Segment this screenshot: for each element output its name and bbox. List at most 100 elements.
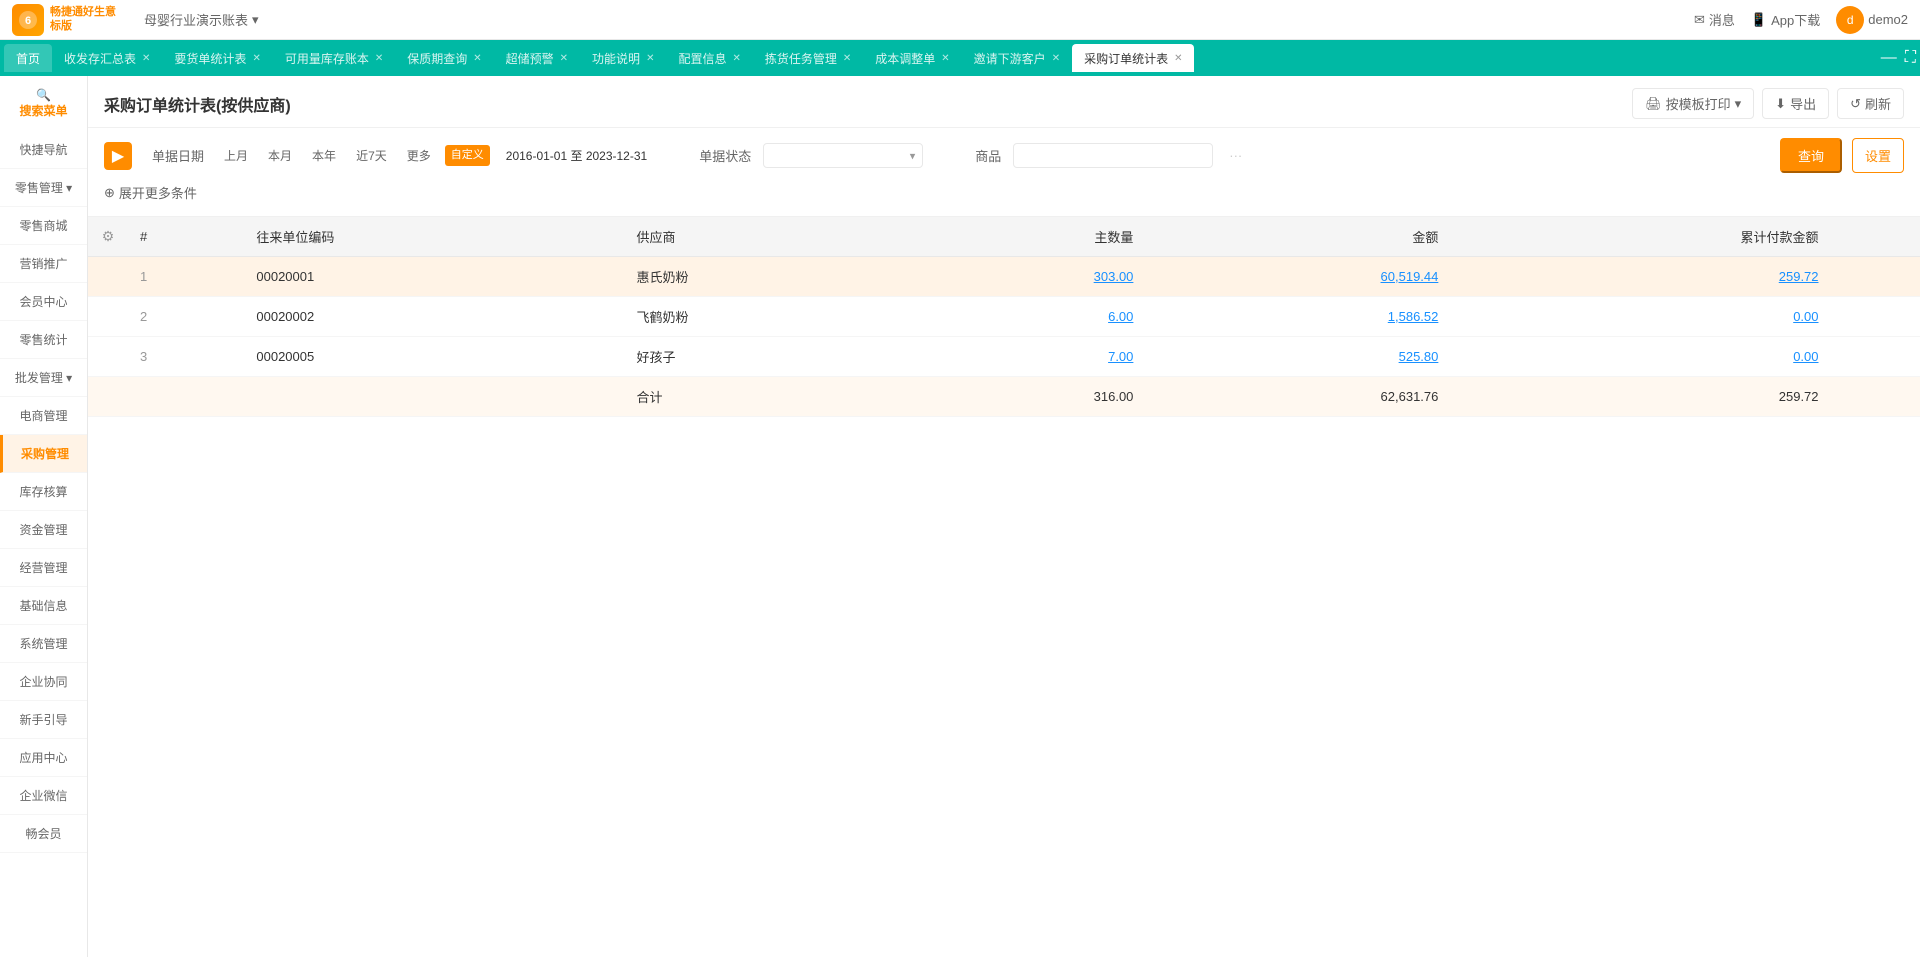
tab-pihuo[interactable]: 拣货任务管理 ✕ <box>753 44 863 72</box>
data-table: ⚙ # 往来单位编码 供应商 主数量 金额 累计付款金额 <box>88 217 1920 417</box>
date-btn-this-month[interactable]: 本月 <box>260 145 300 166</box>
expand-more-btn[interactable]: ⊕ 展开更多条件 <box>104 183 1904 202</box>
close-icon[interactable]: ✕ <box>252 53 260 64</box>
close-icon[interactable]: ✕ <box>375 53 383 64</box>
footer-amount-cell: 62,631.76 <box>1145 377 1450 417</box>
close-icon[interactable]: ✕ <box>473 53 481 64</box>
close-icon[interactable]: ✕ <box>941 53 949 64</box>
top-bar-right: ✉ 消息 📱 App下载 d demo2 <box>1694 6 1908 34</box>
date-btn-more[interactable]: 更多 <box>399 145 439 166</box>
more-dots-icon[interactable]: ··· <box>1229 148 1242 163</box>
download-icon: 📱 <box>1751 12 1767 28</box>
date-btn-7days[interactable]: 近7天 <box>348 145 395 166</box>
tab-chengben[interactable]: 成本调整单 ✕ <box>863 44 961 72</box>
row-code: 00020005 <box>244 337 624 377</box>
sidebar-item-yingyong[interactable]: 应用中心 <box>0 739 87 777</box>
query-actions: 查询 设置 <box>1780 138 1904 173</box>
sidebar-item-lingshoucheng[interactable]: 零售商城 <box>0 207 87 245</box>
tab-yaoqing[interactable]: 邀请下游客户 ✕ <box>962 44 1072 72</box>
avatar: d <box>1836 6 1864 34</box>
sidebar-item-lingshouglt[interactable]: 零售管理 ▾ <box>0 169 87 207</box>
print-icon: 🖨 <box>1645 96 1662 112</box>
status-filter-label: 单据状态 <box>699 146 751 165</box>
page-header: 采购订单统计表(按供应商) 🖨 按模板打印 ▾ ⬇ 导出 ↺ 刷新 <box>88 76 1920 128</box>
close-icon[interactable]: ✕ <box>1052 53 1060 64</box>
goods-input[interactable] <box>1013 143 1213 168</box>
sidebar-item-yingxiao[interactable]: 营销推广 <box>0 245 87 283</box>
query-btn[interactable]: 查询 <box>1780 138 1842 173</box>
top-bar-left: 6 畅捷通好生意 标版 母婴行业演示账表 ▾ <box>12 4 259 36</box>
row-quantity: 303.00 <box>908 257 1146 297</box>
window-minimize-icon[interactable]: — <box>1881 49 1897 67</box>
close-icon[interactable]: ✕ <box>1174 53 1182 64</box>
page-title: 采购订单统计表(按供应商) <box>104 92 291 116</box>
sidebar: 🔍 搜索菜单 快捷导航 零售管理 ▾ 零售商城 营销推广 会员中心 零售统计 批… <box>0 76 88 957</box>
store-selector[interactable]: 母婴行业演示账表 ▾ <box>144 10 259 29</box>
sidebar-item-huiyuan[interactable]: 会员中心 <box>0 283 87 321</box>
table-row: 2 00020002 飞鹤奶粉 6.00 1,586.52 0.00 <box>88 297 1920 337</box>
tab-chaochuu[interactable]: 超储预警 ✕ <box>494 44 580 72</box>
sidebar-search-btn[interactable]: 🔍 搜索菜单 <box>0 76 87 131</box>
row-settings-cell <box>88 257 128 297</box>
status-select[interactable] <box>763 143 923 168</box>
tab-shoufayj[interactable]: 收发存汇总表 ✕ <box>52 44 162 72</box>
sidebar-item-zijin[interactable]: 资金管理 <box>0 511 87 549</box>
user-profile-btn[interactable]: d demo2 <box>1836 6 1908 34</box>
column-settings-icon[interactable]: ⚙ <box>102 228 115 244</box>
footer-quantity-cell: 316.00 <box>908 377 1146 417</box>
tab-home[interactable]: 首页 <box>4 44 52 72</box>
logo-text: 畅捷通好生意 标版 <box>50 6 116 32</box>
date-shortcuts: 上月 本月 本年 近7天 更多 自定义 <box>216 145 490 166</box>
close-icon[interactable]: ✕ <box>732 53 740 64</box>
date-filter-label: 单据日期 <box>152 146 204 165</box>
row-code: 00020002 <box>244 297 624 337</box>
sidebar-item-jichu[interactable]: 基础信息 <box>0 587 87 625</box>
sidebar-item-lingshoutj[interactable]: 零售统计 <box>0 321 87 359</box>
close-icon[interactable]: ✕ <box>560 53 568 64</box>
print-btn[interactable]: 🖨 按模板打印 ▾ <box>1632 88 1754 119</box>
messages-btn[interactable]: ✉ 消息 <box>1694 10 1735 29</box>
date-btn-this-year[interactable]: 本年 <box>304 145 344 166</box>
sidebar-item-jingying[interactable]: 经营管理 <box>0 549 87 587</box>
sidebar-item-caigou[interactable]: 采购管理 <box>0 435 87 473</box>
sidebar-item-xinshou[interactable]: 新手引导 <box>0 701 87 739</box>
chevron-down-icon: ▾ <box>252 12 259 28</box>
export-btn[interactable]: ⬇ 导出 <box>1762 88 1829 119</box>
page-content-area: 采购订单统计表(按供应商) 🖨 按模板打印 ▾ ⬇ 导出 ↺ 刷新 <box>88 76 1920 957</box>
setting-btn[interactable]: 设置 <box>1852 138 1904 173</box>
filter-area: ▶ 单据日期 上月 本月 本年 近7天 更多 自定义 2016-01-01 至 … <box>88 128 1920 217</box>
row-quantity: 7.00 <box>908 337 1146 377</box>
tab-peizhi[interactable]: 配置信息 ✕ <box>666 44 752 72</box>
tab-yaohuo[interactable]: 要货单统计表 ✕ <box>162 44 272 72</box>
toggle-arrow-btn[interactable]: ▶ <box>104 142 132 170</box>
tab-keyong[interactable]: 可用量库存账本 ✕ <box>273 44 395 72</box>
date-btn-last-month[interactable]: 上月 <box>216 145 256 166</box>
window-maximize-icon[interactable]: ⛶ <box>1905 49 1916 67</box>
refresh-icon: ↺ <box>1850 96 1861 112</box>
app-download-btn[interactable]: 📱 App下载 <box>1751 10 1820 29</box>
export-icon: ⬇ <box>1775 96 1786 112</box>
col-index-header: # <box>128 217 244 257</box>
sidebar-item-dianshang[interactable]: 电商管理 <box>0 397 87 435</box>
sidebar-item-kucun[interactable]: 库存核算 <box>0 473 87 511</box>
close-icon[interactable]: ✕ <box>646 53 654 64</box>
close-icon[interactable]: ✕ <box>142 53 150 64</box>
sidebar-item-pifaguanli[interactable]: 批发管理 ▾ <box>0 359 87 397</box>
tab-caigou[interactable]: 采购订单统计表 ✕ <box>1072 44 1194 72</box>
tab-gongneng[interactable]: 功能说明 ✕ <box>580 44 666 72</box>
logo-area: 6 畅捷通好生意 标版 <box>12 4 116 36</box>
sidebar-item-xitong[interactable]: 系统管理 <box>0 625 87 663</box>
custom-badge: 自定义 <box>445 145 490 166</box>
tab-baoyuan[interactable]: 保质期查询 ✕ <box>395 44 493 72</box>
col-supplier-header: 供应商 <box>625 217 908 257</box>
col-extra-header <box>1831 217 1920 257</box>
row-paid: 259.72 <box>1450 257 1830 297</box>
close-icon[interactable]: ✕ <box>843 53 851 64</box>
sidebar-item-shortcut[interactable]: 快捷导航 <box>0 131 87 169</box>
sidebar-item-qiye[interactable]: 企业协同 <box>0 663 87 701</box>
refresh-btn[interactable]: ↺ 刷新 <box>1837 88 1904 119</box>
footer-settings-cell <box>88 377 128 417</box>
sidebar-item-qiyewx[interactable]: 企业微信 <box>0 777 87 815</box>
row-index: 3 <box>128 337 244 377</box>
sidebar-item-changhui[interactable]: 畅会员 <box>0 815 87 853</box>
